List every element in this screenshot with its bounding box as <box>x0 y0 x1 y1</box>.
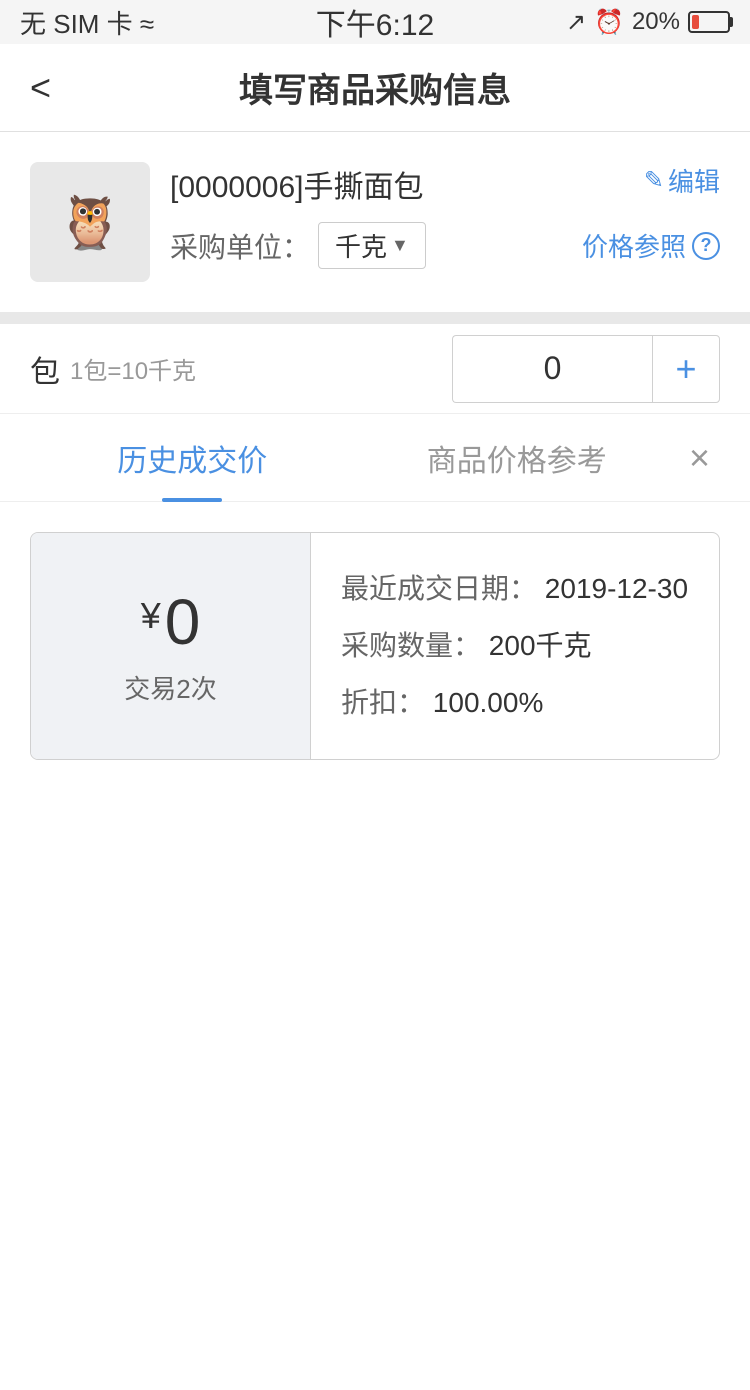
tab1-label: 历史成交价 <box>117 436 267 480</box>
discount-row: 折扣： 100.00% <box>341 683 689 722</box>
edit-button[interactable]: ✎ 编辑 <box>644 162 720 199</box>
unit-char: 包 <box>30 347 60 391</box>
close-icon: × <box>689 437 710 478</box>
quantity-plus-button[interactable]: + <box>652 335 720 403</box>
discount-value: 100.00% <box>433 687 544 718</box>
empty-space <box>0 790 750 1390</box>
edit-label: 编辑 <box>668 162 720 199</box>
edit-icon: ✎ <box>644 166 664 195</box>
price-symbol: ¥ <box>141 595 161 637</box>
quantity-unit-info: 包 1包=10千克 <box>30 347 196 391</box>
unit-value: 千克 <box>335 227 387 264</box>
transaction-count: 交易2次 <box>124 669 216 706</box>
price-value: 0 <box>165 585 201 659</box>
price-ref-button[interactable]: 价格参照 ? <box>582 227 720 264</box>
dropdown-arrow-icon: ▼ <box>391 235 409 256</box>
nav-bar: < 填写商品采购信息 <box>0 44 750 132</box>
quantity-input-wrapper: + <box>452 335 720 403</box>
status-right: ↗ ⏰ 20% <box>566 8 730 37</box>
price-display: ¥ 0 <box>141 585 201 659</box>
unit-label: 采购单位： <box>170 226 310 266</box>
tabs-bar: 历史成交价 商品价格参考 × <box>0 414 750 502</box>
tab-history-price[interactable]: 历史成交价 <box>30 414 354 502</box>
card-container: ¥ 0 交易2次 最近成交日期： 2019-12-30 采购数量： 200千克 … <box>0 502 750 790</box>
recent-date-row: 最近成交日期： 2019-12-30 <box>341 569 689 608</box>
transaction-card: ¥ 0 交易2次 最近成交日期： 2019-12-30 采购数量： 200千克 … <box>30 532 720 760</box>
recent-date-label: 最近成交日期： <box>341 573 537 604</box>
carrier-text: 无 SIM 卡 ≈ <box>20 4 154 41</box>
product-info: [0000006]手撕面包 ✎ 编辑 采购单位： 千克 ▼ 价格参照 ? <box>170 162 720 269</box>
card-left-price: ¥ 0 交易2次 <box>31 533 311 759</box>
battery-percent: 20% <box>632 8 680 36</box>
back-button[interactable]: < <box>30 67 51 109</box>
tab-price-reference[interactable]: 商品价格参考 <box>354 414 678 502</box>
tab2-label: 商品价格参考 <box>427 436 607 480</box>
battery-indicator <box>688 11 730 33</box>
product-section: 🦉 [0000006]手撕面包 ✎ 编辑 采购单位： 千克 ▼ 价格参照 ? <box>0 132 750 312</box>
section-divider <box>0 312 750 324</box>
quantity-value: 200千克 <box>489 630 592 661</box>
price-ref-label: 价格参照 <box>582 227 686 264</box>
product-logo-icon: 🦉 <box>58 192 123 253</box>
help-icon: ? <box>692 232 720 260</box>
recent-date-value: 2019-12-30 <box>545 573 688 604</box>
quantity-input[interactable] <box>452 335 652 403</box>
product-thumbnail: 🦉 <box>30 162 150 282</box>
card-right-details: 最近成交日期： 2019-12-30 采购数量： 200千克 折扣： 100.0… <box>311 533 719 759</box>
time-display: 下午6:12 <box>316 0 434 44</box>
unit-select-dropdown[interactable]: 千克 ▼ <box>318 222 426 269</box>
close-button[interactable]: × <box>679 427 720 489</box>
page-title: 填写商品采购信息 <box>239 63 511 112</box>
discount-label: 折扣： <box>341 687 425 718</box>
product-header: [0000006]手撕面包 ✎ 编辑 <box>170 162 720 206</box>
unit-conversion: 1包=10千克 <box>70 351 196 386</box>
location-icon: ↗ <box>566 8 586 37</box>
plus-icon: + <box>675 348 696 390</box>
bottom-panel: 历史成交价 商品价格参考 × ¥ 0 交易2次 最近成交日期： 2019-12-… <box>0 414 750 1390</box>
status-bar: 无 SIM 卡 ≈ 下午6:12 ↗ ⏰ 20% <box>0 0 750 44</box>
quantity-label: 采购数量： <box>341 630 481 661</box>
quantity-row: 包 1包=10千克 + <box>0 324 750 414</box>
product-unit-row: 采购单位： 千克 ▼ 价格参照 ? <box>170 222 720 269</box>
product-name: [0000006]手撕面包 <box>170 162 423 206</box>
purchase-quantity-row: 采购数量： 200千克 <box>341 626 689 665</box>
alarm-icon: ⏰ <box>594 8 624 37</box>
